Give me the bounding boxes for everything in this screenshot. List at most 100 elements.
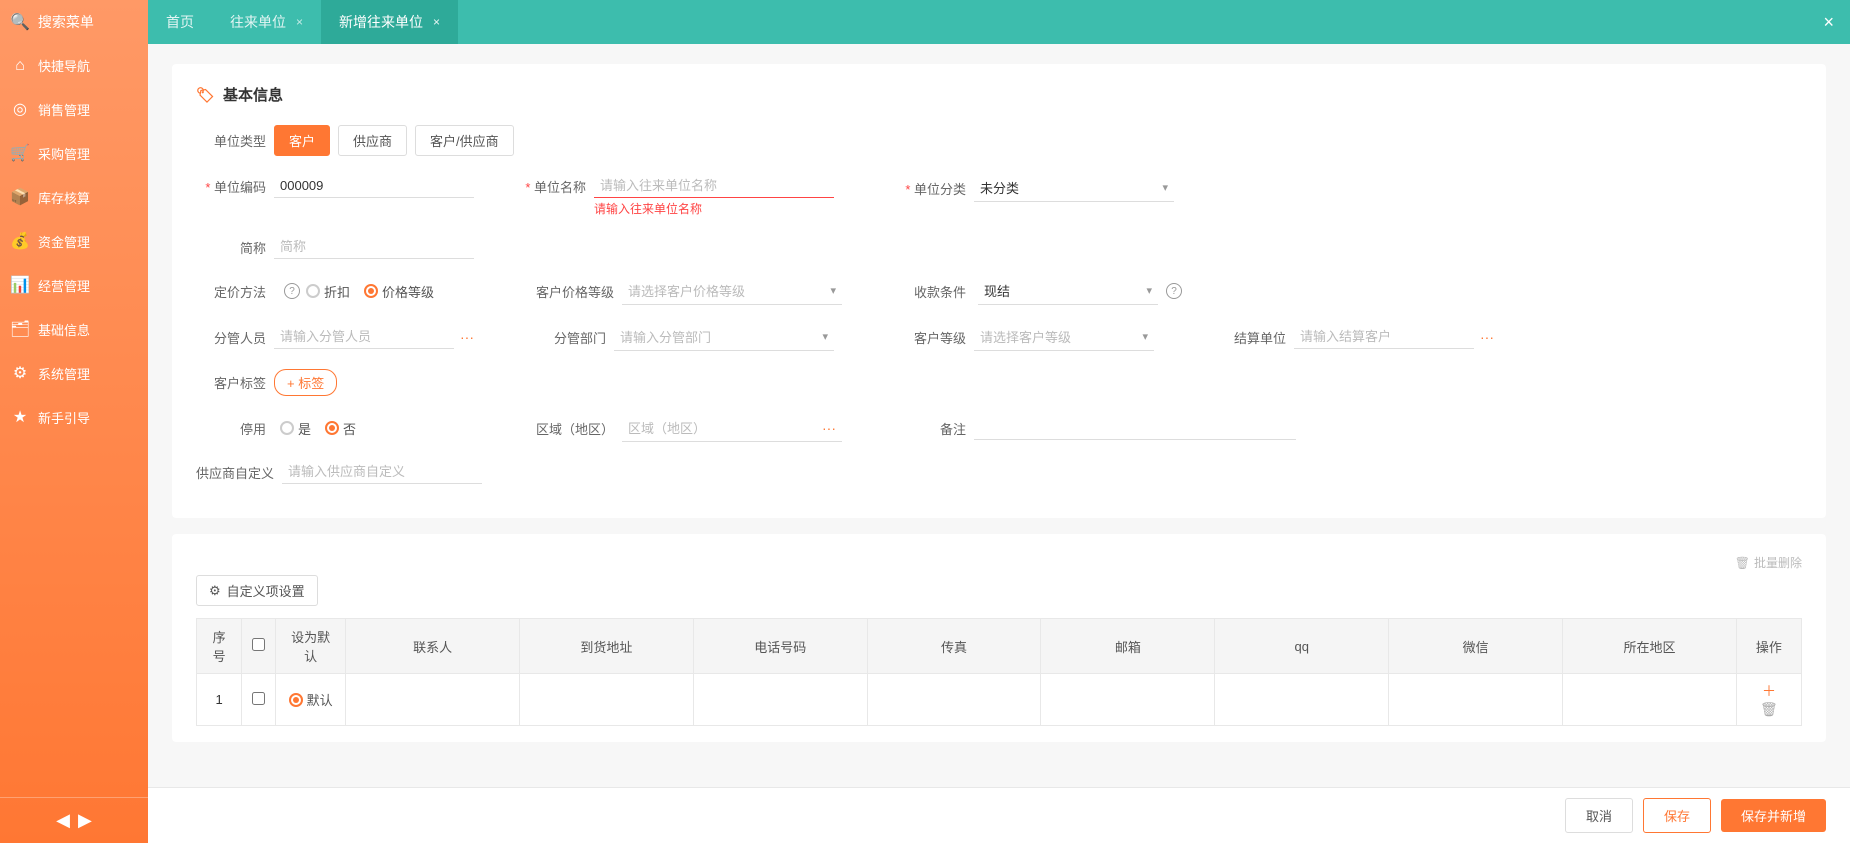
row-phone-input[interactable] (704, 692, 857, 707)
payment-help-icon[interactable]: ? (1166, 283, 1182, 299)
row-default-radio[interactable]: 默认 (286, 690, 335, 709)
table-row: 1 默认 (197, 674, 1802, 726)
content-area: 🏷 基本信息 单位类型 客户 供应商 客户/供应商 单位编码 (148, 44, 1850, 787)
row-contact-input[interactable] (356, 692, 509, 707)
sidebar-item-newbie[interactable]: ★ 新手引导 (0, 395, 148, 439)
customer-price-level-select[interactable]: 请选择客户价格等级 ▾ (622, 277, 842, 305)
area-select[interactable]: 区域（地区） ··· (622, 414, 842, 442)
main-area: 首页 往来单位 × 新增往来单位 × × 🏷 基本信息 单位类型 (148, 0, 1850, 843)
tab-new-partner-label: 新增往来单位 (339, 12, 423, 32)
inventory-icon: 📦 (10, 187, 30, 207)
payment-condition-select[interactable]: 现结 ▾ (978, 277, 1158, 305)
settlement-more-btn[interactable]: ··· (1480, 329, 1494, 345)
customer-price-level-label: 客户价格等级 (536, 282, 614, 301)
customer-tag-label: 客户标签 (196, 373, 266, 392)
sidebar-item-finance[interactable]: 💰 资金管理 (0, 219, 148, 263)
row-wechat-cell (1389, 674, 1563, 726)
unit-type-supplier[interactable]: 供应商 (338, 125, 407, 156)
custom-settings-label: 自定义项设置 (227, 581, 305, 600)
section-title-text: 基本信息 (223, 84, 283, 105)
chevron-down-icon3: ▾ (1146, 284, 1152, 297)
row-email-input[interactable] (1051, 692, 1204, 707)
newbie-icon: ★ (10, 407, 30, 427)
unit-category-field: 单位分类 未分类 ▾ (896, 174, 1216, 202)
sidebar-search-label: 搜索菜单 (38, 12, 94, 32)
row-qq-input[interactable] (1225, 692, 1378, 707)
department-placeholder: 请输入分管部门 (620, 327, 818, 346)
cancel-button[interactable]: 取消 (1565, 798, 1633, 833)
expand-icon[interactable]: ▶ (78, 810, 92, 831)
area-more-btn[interactable]: ··· (822, 420, 836, 436)
pricing-method-field: 定价方法 ? 折扣 价格等级 (196, 282, 536, 301)
batch-delete-button[interactable]: 🗑 批量删除 (1735, 554, 1802, 571)
row-delete-icon[interactable]: 🗑 (1760, 701, 1778, 717)
row-address-input[interactable] (530, 692, 683, 707)
sidebar-item-quick-nav[interactable]: ⌂ 快捷导航 (0, 44, 148, 87)
col-address: 到货地址 (519, 619, 693, 674)
col-index: 序号 (197, 619, 242, 674)
unit-type-customer[interactable]: 客户 (274, 125, 330, 156)
unit-category-select[interactable]: 未分类 ▾ (974, 174, 1174, 202)
short-name-input[interactable] (274, 235, 474, 259)
tab-partners-label: 往来单位 (230, 12, 286, 32)
save-button[interactable]: 保存 (1643, 798, 1711, 833)
pricing-discount-radio[interactable]: 折扣 (306, 282, 350, 301)
footer-bar: 取消 保存 保存并新增 (148, 787, 1850, 843)
short-name-field: 简称 (196, 235, 516, 259)
sidebar-item-inventory[interactable]: 📦 库存核算 (0, 175, 148, 219)
tab-new-partner-close[interactable]: × (433, 15, 440, 29)
sidebar-item-label: 资金管理 (38, 232, 90, 251)
unit-name-input[interactable] (594, 174, 834, 198)
manager-more-btn[interactable]: ··· (460, 329, 474, 345)
tab-partners-close[interactable]: × (296, 15, 303, 29)
tab-home[interactable]: 首页 (148, 0, 212, 44)
batch-actions: 🗑 批量删除 (196, 554, 1802, 571)
custom-settings-button[interactable]: ⚙ 自定义项设置 (196, 575, 318, 606)
sidebar-item-purchase[interactable]: 🛒 采购管理 (0, 131, 148, 175)
tab-partners[interactable]: 往来单位 × (212, 0, 321, 44)
row-fax-input[interactable] (878, 692, 1031, 707)
unit-type-both[interactable]: 客户/供应商 (415, 125, 514, 156)
manager-input[interactable] (274, 325, 454, 349)
stop-use-no-radio[interactable]: 否 (325, 419, 356, 438)
sidebar-item-label: 系统管理 (38, 364, 90, 383)
tab-home-label: 首页 (166, 12, 194, 32)
pricing-level-radio[interactable]: 价格等级 (364, 282, 434, 301)
select-all-checkbox[interactable] (252, 638, 265, 651)
department-select[interactable]: 请输入分管部门 ▾ (614, 323, 834, 351)
collapse-icon[interactable]: ◀ (56, 810, 70, 831)
row-phone-cell (693, 674, 867, 726)
stop-use-yes-radio[interactable]: 是 (280, 419, 311, 438)
tag-add-button[interactable]: + 标签 (274, 369, 337, 396)
row-region-input[interactable] (1573, 692, 1726, 707)
sidebar-search[interactable]: 🔍 搜索菜单 (0, 0, 148, 44)
row-checkbox[interactable] (252, 692, 265, 705)
pricing-radio-group: 折扣 价格等级 (306, 282, 434, 301)
supplier-custom-input[interactable] (282, 460, 482, 484)
trash-icon: 🗑 (1735, 556, 1750, 570)
unit-code-input[interactable] (274, 174, 474, 198)
default-radio-circle (289, 693, 303, 707)
stop-use-label: 停用 (196, 419, 266, 438)
save-new-button[interactable]: 保存并新增 (1721, 799, 1826, 832)
system-icon: ⚙ (10, 363, 30, 383)
sidebar-item-basic[interactable]: 🗂 基础信息 (0, 307, 148, 351)
unit-code-row: 单位编码 单位名称 请输入往来单位名称 单位分类 未分类 ▾ (196, 174, 1802, 217)
sidebar-item-operations[interactable]: 📊 经营管理 (0, 263, 148, 307)
chevron-down-icon4: ▾ (822, 330, 828, 343)
sidebar-item-sales[interactable]: ◎ 销售管理 (0, 87, 148, 131)
row-add-icon[interactable]: ＋ (1762, 683, 1776, 699)
row-wechat-input[interactable] (1399, 692, 1552, 707)
col-email: 邮箱 (1041, 619, 1215, 674)
customer-level-select[interactable]: 请选择客户等级 ▾ (974, 323, 1154, 351)
pricing-help-icon[interactable]: ? (284, 283, 300, 299)
window-close-button[interactable]: × (1807, 12, 1850, 33)
contact-table: 序号 设为默认 联系人 到货地址 电话号码 传真 邮箱 qq 微信 所在地区 操… (196, 618, 1802, 726)
customer-price-level-field: 客户价格等级 请选择客户价格等级 ▾ (536, 277, 896, 305)
tab-new-partner[interactable]: 新增往来单位 × (321, 0, 458, 44)
sidebar-item-label: 库存核算 (38, 188, 90, 207)
note-input[interactable] (974, 416, 1296, 440)
search-icon: 🔍 (10, 12, 30, 32)
sidebar-item-system[interactable]: ⚙ 系统管理 (0, 351, 148, 395)
settlement-unit-input[interactable] (1294, 325, 1474, 349)
